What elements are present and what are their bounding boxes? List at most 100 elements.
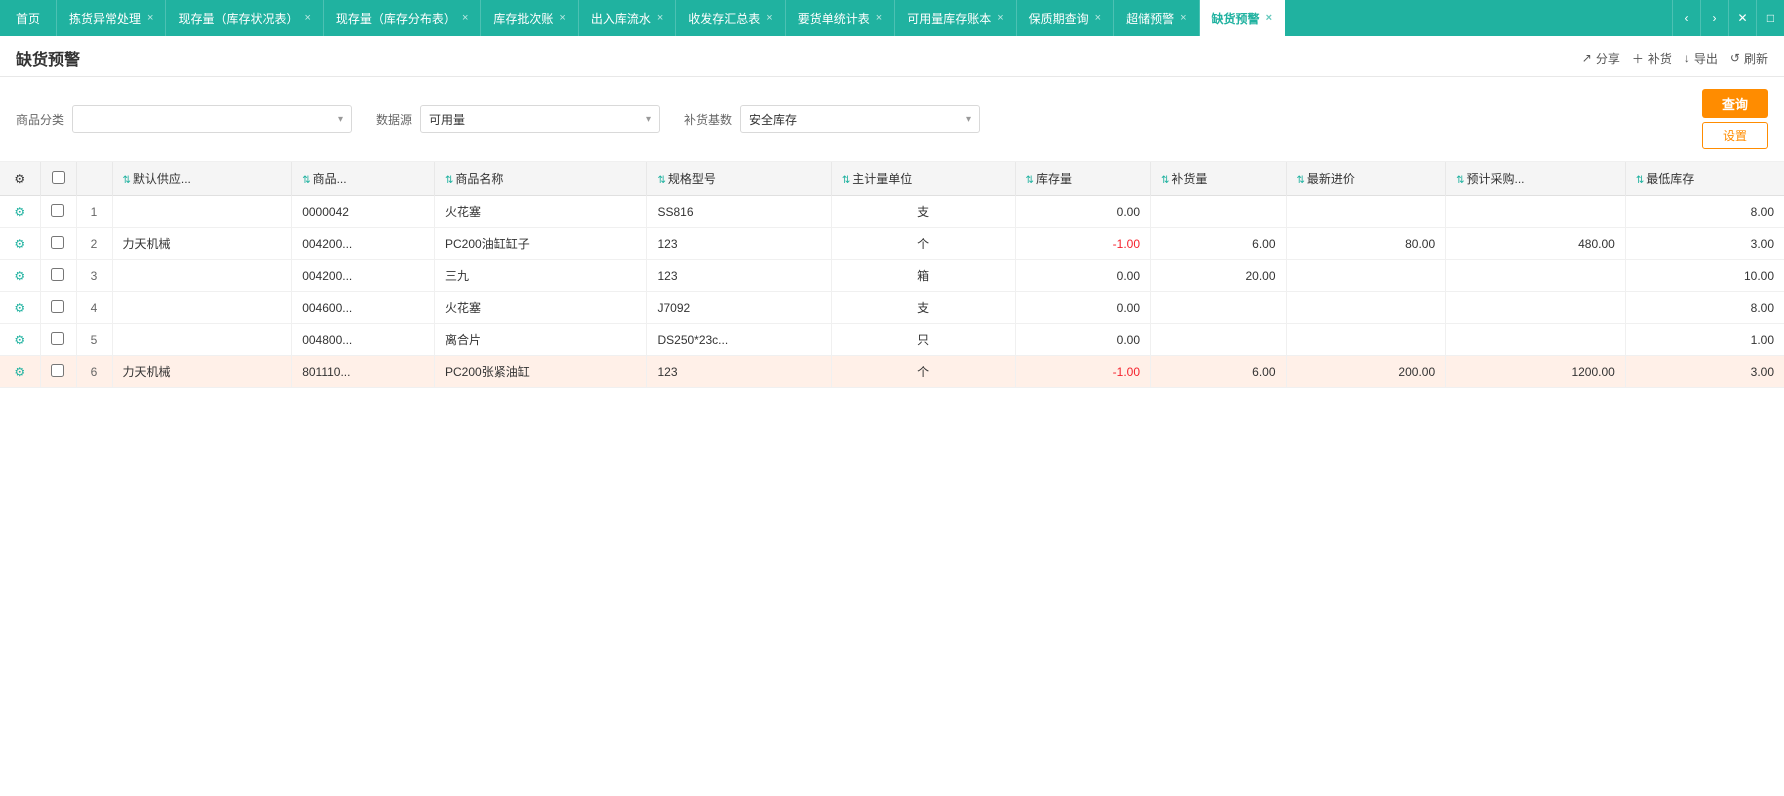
row-gear-icon[interactable]: ⚙: [14, 301, 25, 315]
share-icon: ↗: [1582, 51, 1592, 65]
sort-icon-replenish_qty: ⇅: [1161, 175, 1169, 186]
tab-close-icon[interactable]: ×: [304, 12, 310, 24]
cell-num: 2: [76, 228, 112, 260]
row-checkbox[interactable]: [51, 332, 64, 345]
cell-latest_price: [1286, 196, 1446, 228]
page-title: 缺货预警: [16, 46, 80, 70]
col-unit[interactable]: ⇅主计量单位: [831, 162, 1015, 196]
replenish-button[interactable]: ＋ 补货: [1632, 50, 1672, 67]
cell-num: 6: [76, 356, 112, 388]
tab-close-icon[interactable]: ×: [1095, 12, 1101, 24]
col-product_code[interactable]: ⇅商品...: [292, 162, 435, 196]
cell-num: 4: [76, 292, 112, 324]
col-min_stock[interactable]: ⇅最低库存: [1625, 162, 1784, 196]
filter-actions: 查询 设置: [1702, 89, 1768, 149]
tab-close-icon[interactable]: ×: [1266, 12, 1272, 24]
row-gear-icon[interactable]: ⚙: [14, 269, 25, 283]
tab-close-icon[interactable]: ×: [147, 12, 153, 24]
col-label-unit: 主计量单位: [852, 172, 912, 186]
row-checkbox[interactable]: [51, 300, 64, 313]
tab-close-icon[interactable]: ×: [559, 12, 565, 24]
gear-settings-icon[interactable]: ⚙: [14, 172, 25, 186]
tab-close-btn[interactable]: ✕: [1728, 0, 1756, 36]
tab-inventory-dist[interactable]: 现存量（库存分布表）×: [324, 0, 481, 36]
datasource-filter: 数据源 可用量 ▾: [376, 105, 660, 133]
tab-available-ledger[interactable]: 可用量库存账本 ×: [895, 0, 1016, 36]
filter-area: 商品分类 ▾ 数据源 可用量 ▾ 补货基数 安全库存 ▾ 查询 设置: [0, 77, 1784, 162]
tab-batch-account[interactable]: 库存批次账×: [481, 0, 578, 36]
replenish-basis-select[interactable]: 安全库存 ▾: [740, 105, 980, 133]
sort-icon-product_name: ⇅: [445, 175, 453, 186]
tab-close-icon[interactable]: ×: [1180, 12, 1186, 24]
table-row: ⚙4004600...火花塞J7092支0.008.00: [0, 292, 1784, 324]
tab-close-icon[interactable]: ×: [657, 12, 663, 24]
cell-replenish_qty: 6.00: [1151, 356, 1286, 388]
tab-bar: 首页 拣货异常处理×现存量（库存状况表）×现存量（库存分布表）×库存批次账×出入…: [0, 0, 1784, 36]
sort-icon-spec: ⇅: [657, 175, 665, 186]
tab-prev-btn[interactable]: ‹: [1672, 0, 1700, 36]
select-all-checkbox[interactable]: [52, 171, 65, 184]
tab-home[interactable]: 首页: [0, 0, 57, 36]
tab-in-out-flow[interactable]: 出入库流水×: [579, 0, 676, 36]
row-gear-icon[interactable]: ⚙: [14, 237, 25, 251]
replenish-basis-filter: 补货基数 安全库存 ▾: [684, 105, 980, 133]
cell-latest_price: [1286, 324, 1446, 356]
category-select[interactable]: ▾: [72, 105, 352, 133]
cell-replenish_qty: [1151, 292, 1286, 324]
tab-close-icon[interactable]: ×: [766, 12, 772, 24]
col-product_name[interactable]: ⇅商品名称: [435, 162, 647, 196]
row-checkbox[interactable]: [51, 236, 64, 249]
cell-spec: 123: [647, 356, 831, 388]
cell-stock: 0.00: [1015, 196, 1150, 228]
export-label: 导出: [1694, 50, 1718, 67]
tab-expiry-query[interactable]: 保质期查询×: [1017, 0, 1114, 36]
cell-gear: ⚙: [0, 292, 40, 324]
main-content: 缺货预警 ↗ 分享 ＋ 补货 ↓ 导出 ↺ 刷新 商品分类: [0, 36, 1784, 796]
tab-close-icon[interactable]: ×: [876, 12, 882, 24]
refresh-button[interactable]: ↺ 刷新: [1730, 50, 1768, 67]
tab-order-stat[interactable]: 要货单统计表×: [786, 0, 895, 36]
cell-check: [40, 260, 76, 292]
query-button[interactable]: 查询: [1702, 89, 1768, 118]
sort-icon-stock: ⇅: [1026, 175, 1034, 186]
cell-spec: 123: [647, 228, 831, 260]
cell-unit: 个: [831, 228, 1015, 260]
tab-close-icon[interactable]: ×: [997, 12, 1003, 24]
col-default_supplier[interactable]: ⇅默认供应...: [112, 162, 292, 196]
sort-icon-min_stock: ⇅: [1636, 175, 1644, 186]
tab-abnormal[interactable]: 拣货异常处理 ×: [57, 0, 166, 36]
tab-label: 可用量库存账本: [907, 10, 991, 27]
row-gear-icon[interactable]: ⚙: [14, 205, 25, 219]
tab-label: 缺货预警: [1212, 10, 1260, 27]
col-est_purchase[interactable]: ⇅预计采购...: [1446, 162, 1626, 196]
tab-label: 拣货异常处理: [69, 10, 141, 27]
col-replenish_qty[interactable]: ⇅补货量: [1151, 162, 1286, 196]
tab-next-btn[interactable]: ›: [1700, 0, 1728, 36]
cell-est_purchase: [1446, 292, 1626, 324]
tab-receive-summary[interactable]: 收发存汇总表×: [676, 0, 785, 36]
tab-shortage[interactable]: 缺货预警 ×: [1200, 0, 1285, 36]
col-latest_price[interactable]: ⇅最新进价: [1286, 162, 1446, 196]
tab-close-icon[interactable]: ×: [462, 12, 468, 24]
row-gear-icon[interactable]: ⚙: [14, 333, 25, 347]
cell-stock: 0.00: [1015, 324, 1150, 356]
row-checkbox[interactable]: [51, 364, 64, 377]
tab-maximize-btn[interactable]: □: [1756, 0, 1784, 36]
row-gear-icon[interactable]: ⚙: [14, 365, 25, 379]
col-spec[interactable]: ⇅规格型号: [647, 162, 831, 196]
cell-min_stock: 8.00: [1625, 196, 1784, 228]
cell-latest_price: [1286, 292, 1446, 324]
row-checkbox[interactable]: [51, 204, 64, 217]
col-stock[interactable]: ⇅库存量: [1015, 162, 1150, 196]
settings-button[interactable]: 设置: [1702, 122, 1768, 149]
tab-inventory-status[interactable]: 现存量（库存状况表）×: [166, 0, 323, 36]
export-button[interactable]: ↓ 导出: [1684, 50, 1718, 67]
share-button[interactable]: ↗ 分享: [1582, 50, 1620, 67]
tab-overstock[interactable]: 超储预警×: [1114, 0, 1199, 36]
cell-min_stock: 3.00: [1625, 356, 1784, 388]
table-header: ⚙⇅默认供应...⇅商品...⇅商品名称⇅规格型号⇅主计量单位⇅库存量⇅补货量⇅…: [0, 162, 1784, 196]
cell-unit: 支: [831, 292, 1015, 324]
datasource-select[interactable]: 可用量 ▾: [420, 105, 660, 133]
table-row: ⚙2力天机械004200...PC200油缸缸子123个-1.006.0080.…: [0, 228, 1784, 260]
row-checkbox[interactable]: [51, 268, 64, 281]
